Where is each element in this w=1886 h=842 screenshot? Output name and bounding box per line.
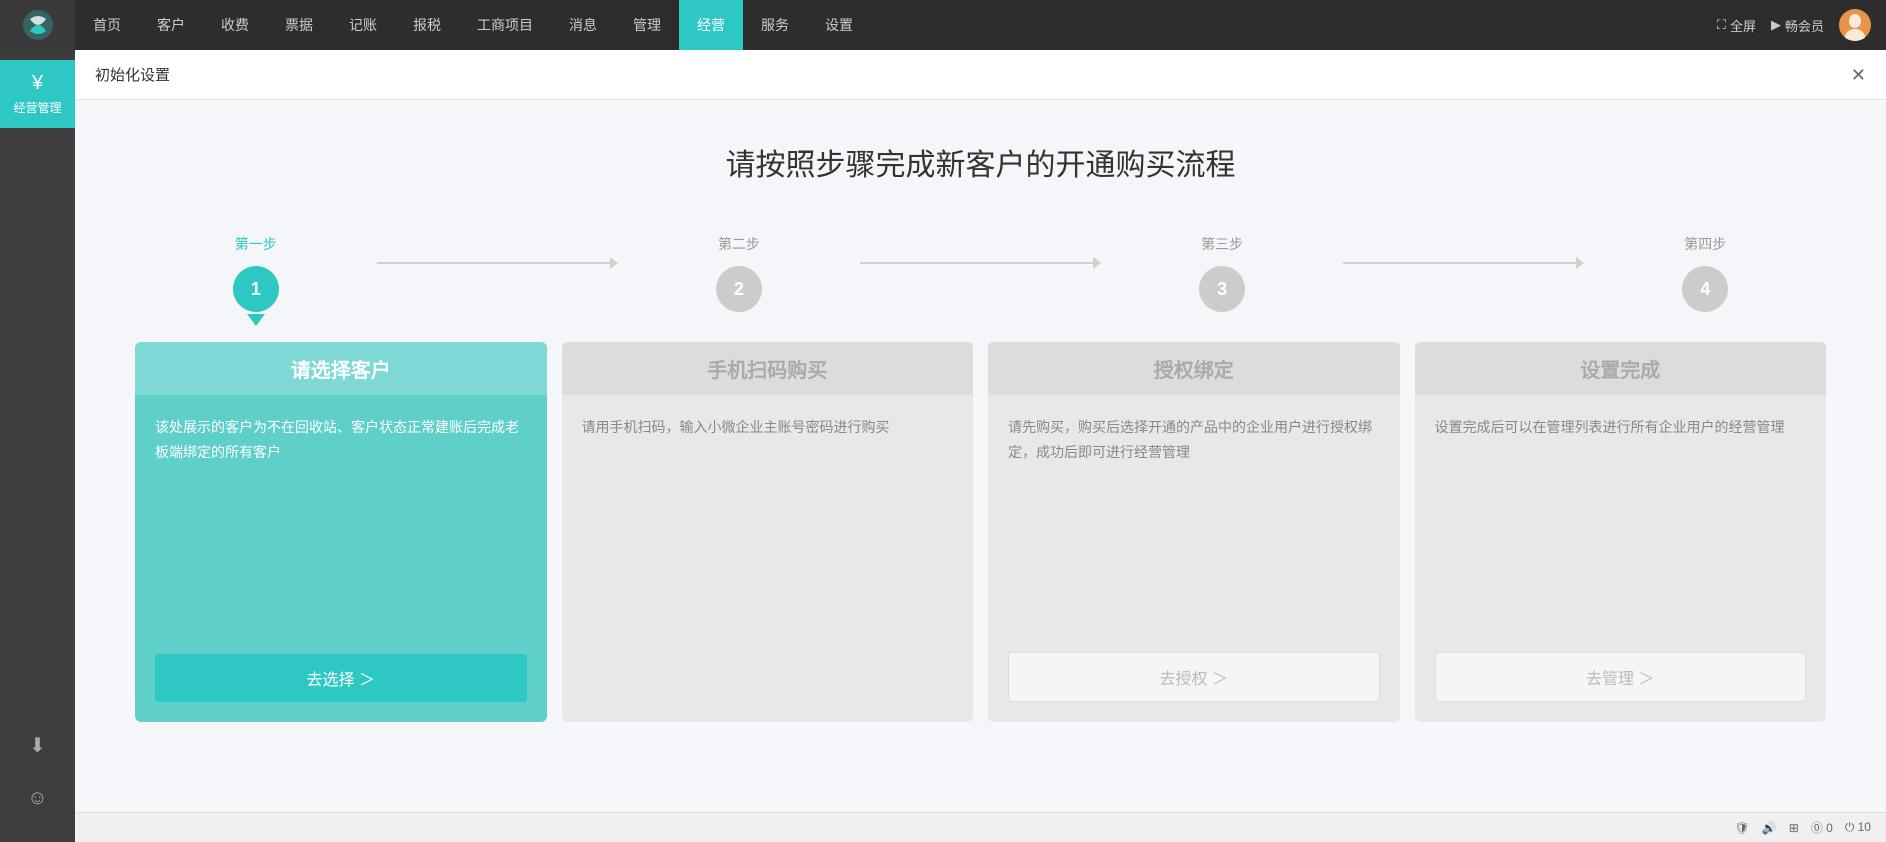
avatar[interactable] xyxy=(1839,9,1871,41)
main-content: 初始化设置 ✕ 请按照步骤完成新客户的开通购买流程 第一步 1 xyxy=(75,50,1886,812)
step-1-group: 第一步 1 xyxy=(135,234,377,312)
card-3-title: 授权绑定 xyxy=(988,342,1400,395)
nav-tax[interactable]: 报税 xyxy=(395,0,459,50)
sidebar-item-operation[interactable]: ¥ 经营管理 xyxy=(0,60,75,128)
vip-label: 畅会员 xyxy=(1785,16,1824,35)
nav-accounting[interactable]: 记账 xyxy=(331,0,395,50)
nav-client[interactable]: 客户 xyxy=(139,0,203,50)
fullscreen-icon: ⛶ xyxy=(1717,17,1726,33)
grid-icon: ⊞ xyxy=(1789,821,1799,835)
step-card-4: 设置完成 设置完成后可以在管理列表进行所有企业用户的经营管理 去管理 ＞ xyxy=(1415,342,1827,722)
nav-ticket[interactable]: 票据 xyxy=(267,0,331,50)
nav-right-area: ⛶ 全屏 ▶ 畅会员 xyxy=(1717,9,1886,41)
steps-wrapper: 第一步 1 第二步 2 xyxy=(135,234,1826,312)
step-card-1: 请选择客户 该处展示的客户为不在回收站、客户状态正常建账后完成老板端绑定的所有客… xyxy=(135,342,547,722)
vip-button[interactable]: ▶ 畅会员 xyxy=(1771,16,1824,35)
page-header: 初始化设置 ✕ xyxy=(75,50,1886,100)
shield-icon: 🛡 xyxy=(1735,821,1750,835)
step-4-button[interactable]: 去管理 ＞ xyxy=(1435,652,1807,702)
close-button[interactable]: ✕ xyxy=(1851,66,1866,84)
download-icon: ⬇ xyxy=(29,733,46,758)
card-4-body: 设置完成后可以在管理列表进行所有企业用户的经营管理 xyxy=(1435,415,1807,632)
nav-manage[interactable]: 管理 xyxy=(615,0,679,50)
sidebar-item-label: 经营管理 xyxy=(13,99,61,116)
step-3-label: 第三步 xyxy=(1201,234,1243,254)
connector-arrow-3 xyxy=(1576,257,1584,269)
step-1-label: 第一步 xyxy=(235,234,277,254)
status-bar: ▶ 完成 🛡 🔊 ⊞ ⓪ 0 ⏻ 10 xyxy=(0,812,1886,842)
card-2-body: 请用手机扫码，输入小微企业主账号密码进行购买 xyxy=(582,415,954,702)
sidebar-bottom: ⬇ ☺ xyxy=(0,721,75,842)
step-1-circle: 1 xyxy=(233,266,279,312)
card-1-body: 该处展示的客户为不在回收站、客户状态正常建账后完成老板端绑定的所有客户 xyxy=(155,415,527,634)
sidebar-download[interactable]: ⬇ xyxy=(0,721,75,770)
nav-message[interactable]: 消息 xyxy=(551,0,615,50)
vip-icon: ▶ xyxy=(1771,17,1781,33)
main-title: 请按照步骤完成新客户的开通购买流程 xyxy=(135,140,1826,184)
cards-container: 请选择客户 该处展示的客户为不在回收站、客户状态正常建账后完成老板端绑定的所有客… xyxy=(135,342,1826,722)
avatar-image xyxy=(1839,9,1871,41)
card-2-title: 手机扫码购买 xyxy=(562,342,974,395)
step-4-circle: 4 xyxy=(1682,266,1728,312)
card-1-title: 请选择客户 xyxy=(135,342,547,395)
step-2-circle: 2 xyxy=(716,266,762,312)
connector-1-2 xyxy=(377,234,619,269)
connector-line-1 xyxy=(377,262,611,264)
card-4-title: 设置完成 xyxy=(1415,342,1827,395)
fullscreen-label: 全屏 xyxy=(1730,16,1756,35)
content-area: 请按照步骤完成新客户的开通购买流程 第一步 1 xyxy=(75,100,1886,812)
page-title: 初始化设置 xyxy=(95,64,170,85)
connector-3-4 xyxy=(1343,234,1585,269)
nav-business[interactable]: 工商项目 xyxy=(459,0,551,50)
step-4-label: 第四步 xyxy=(1684,234,1726,254)
connector-2-3 xyxy=(860,234,1102,269)
step-card-2: 手机扫码购买 请用手机扫码，输入小微企业主账号密码进行购买 xyxy=(562,342,974,722)
step-4-group: 第四步 4 xyxy=(1584,234,1826,312)
card-3-body: 请先购买，购买后选择开通的产品中的企业用户进行授权绑定，成功后即可进行经营管理 xyxy=(1008,415,1380,632)
step-card-3: 授权绑定 请先购买，购买后选择开通的产品中的企业用户进行授权绑定，成功后即可进行… xyxy=(988,342,1400,722)
fullscreen-button[interactable]: ⛶ 全屏 xyxy=(1717,16,1756,35)
sidebar-support[interactable]: ☺ xyxy=(0,775,75,822)
power-icon: ⏻ 10 xyxy=(1845,820,1871,835)
operation-icon: ¥ xyxy=(32,72,43,95)
nav-operation[interactable]: 经营 xyxy=(679,0,743,50)
status-right: 🛡 🔊 ⊞ ⓪ 0 ⏻ 10 xyxy=(1735,819,1871,836)
connector-line-3 xyxy=(1343,262,1577,264)
step-2-group: 第二步 2 xyxy=(618,234,860,312)
step-3-group: 第三步 3 xyxy=(1101,234,1343,312)
nav-settings[interactable]: 设置 xyxy=(807,0,871,50)
connector-line-2 xyxy=(860,262,1094,264)
logo-area xyxy=(0,0,75,50)
step-2-label: 第二步 xyxy=(718,234,760,254)
step-3-circle: 3 xyxy=(1199,266,1245,312)
notification-icon: ⓪ 0 xyxy=(1811,819,1833,836)
app-logo-icon xyxy=(22,9,54,41)
nav-fee[interactable]: 收费 xyxy=(203,0,267,50)
step-1-button[interactable]: 去选择 ＞ xyxy=(155,654,527,702)
top-navigation: 首页 客户 收费 票据 记账 报税 工商项目 消息 管理 经营 服务 设置 ⛶ … xyxy=(0,0,1886,50)
nav-items: 首页 客户 收费 票据 记账 报税 工商项目 消息 管理 经营 服务 设置 xyxy=(75,0,1717,50)
nav-service[interactable]: 服务 xyxy=(743,0,807,50)
volume-icon: 🔊 xyxy=(1762,821,1777,835)
connector-arrow-2 xyxy=(1093,257,1101,269)
step-3-button[interactable]: 去授权 ＞ xyxy=(1008,652,1380,702)
support-icon: ☺ xyxy=(27,787,47,810)
sidebar: ¥ 经营管理 ⬇ ☺ xyxy=(0,50,75,842)
connector-arrow-1 xyxy=(610,257,618,269)
nav-home[interactable]: 首页 xyxy=(75,0,139,50)
